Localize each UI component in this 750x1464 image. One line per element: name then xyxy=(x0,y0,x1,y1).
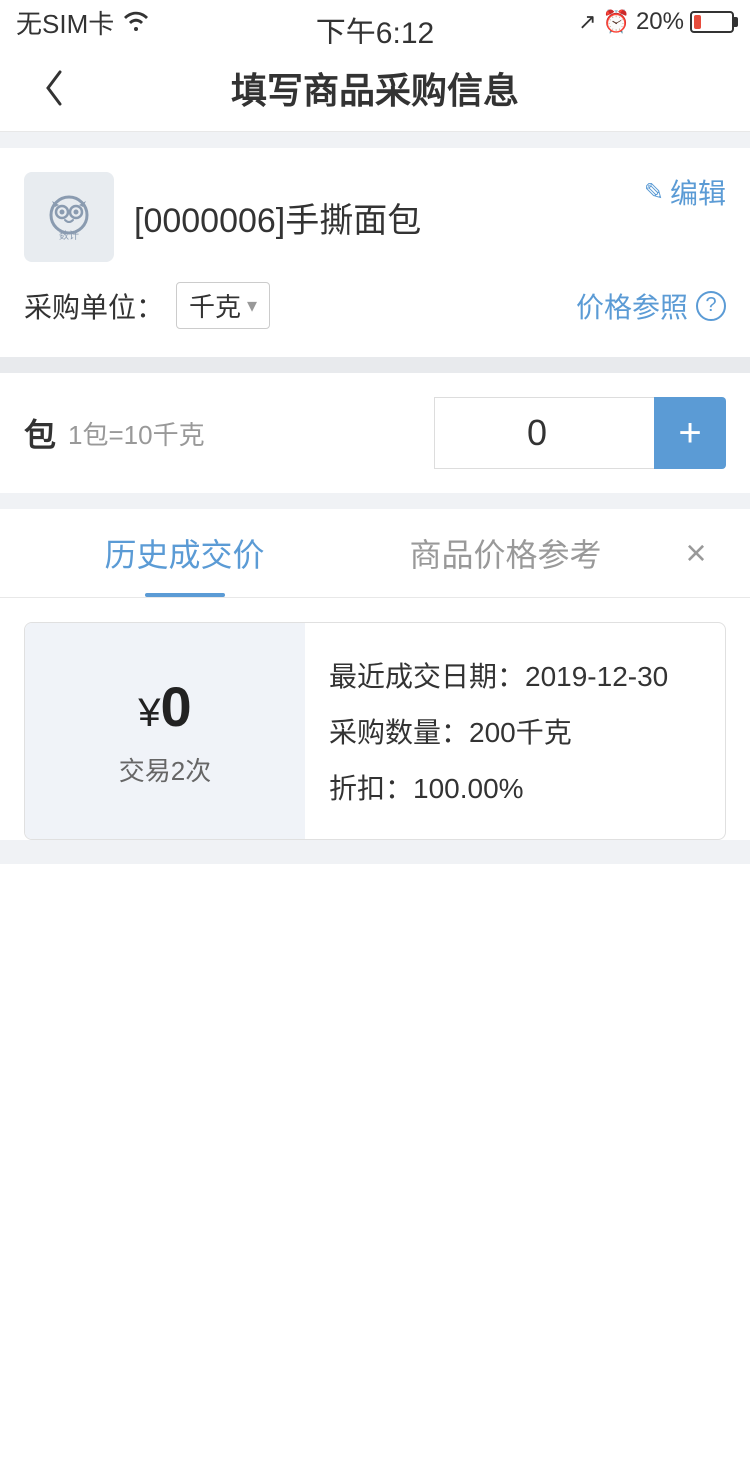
back-button[interactable] xyxy=(24,58,84,118)
history-card-left: ¥0 交易2次 xyxy=(25,623,305,839)
quantity-plus-button[interactable]: + xyxy=(654,397,726,469)
page-title: 填写商品采购信息 xyxy=(231,62,519,114)
quantity-row: 包 1包=10千克 + xyxy=(0,373,750,493)
product-header: 数计 [0000006]手撕面包 ✎ 编辑 xyxy=(24,172,726,262)
tab-price-ref-label: 商品价格参考 xyxy=(409,530,601,576)
battery-percent: 20% xyxy=(636,8,684,36)
divider-strip xyxy=(0,357,750,373)
unit-select-dropdown[interactable]: 千克 ▾ xyxy=(176,282,270,329)
tab-section: 历史成交价 商品价格参考 × ¥0 交易2次 最近成交日期：2019-12-30… xyxy=(0,509,750,840)
help-icon: ? xyxy=(696,291,726,321)
quantity-unit: 包 xyxy=(24,410,56,456)
product-name: [0000006]手撕面包 xyxy=(134,193,421,242)
nav-bar: 填写商品采购信息 xyxy=(0,44,750,132)
quantity-label: 包 1包=10千克 xyxy=(24,410,205,456)
purchase-qty-label: 采购数量： xyxy=(329,717,469,748)
svg-text:数计: 数计 xyxy=(59,229,79,242)
product-left: 数计 [0000006]手撕面包 xyxy=(24,172,421,262)
tab-close-button[interactable]: × xyxy=(666,523,726,583)
quantity-input-group: + xyxy=(434,397,726,469)
carrier-text: 无SIM卡 xyxy=(16,4,114,41)
recent-date-value: 2019-12-30 xyxy=(525,661,668,692)
chevron-down-icon: ▾ xyxy=(247,293,257,318)
unit-label: 采购单位： xyxy=(24,286,164,326)
product-image: 数计 xyxy=(24,172,114,262)
tab-header: 历史成交价 商品价格参考 × xyxy=(0,509,750,598)
product-unit-row: 采购单位： 千克 ▾ 价格参照 ? xyxy=(24,282,726,329)
history-trades: 交易2次 xyxy=(119,751,211,788)
discount-value: 100.00% xyxy=(413,773,524,804)
alarm-icon: ⏰ xyxy=(603,9,630,35)
recent-date-label: 最近成交日期： xyxy=(329,661,525,692)
bottom-area xyxy=(0,864,750,1464)
tab-history-price[interactable]: 历史成交价 xyxy=(24,509,345,597)
product-card: 数计 [0000006]手撕面包 ✎ 编辑 采购单位： 千克 ▾ 价格参照 ? xyxy=(0,148,750,357)
quantity-input[interactable] xyxy=(434,397,654,469)
wifi-icon xyxy=(122,7,150,38)
price-value: 0 xyxy=(161,675,192,738)
purchase-qty-value: 200千克 xyxy=(469,717,572,748)
tab-product-price-ref[interactable]: 商品价格参考 xyxy=(345,509,666,597)
quantity-conversion: 1包=10千克 xyxy=(68,415,205,452)
edit-button[interactable]: ✎ 编辑 xyxy=(644,172,726,212)
edit-icon: ✎ xyxy=(644,178,664,207)
history-card: ¥0 交易2次 最近成交日期：2019-12-30 采购数量：200千克 折扣：… xyxy=(24,622,726,840)
tab-active-indicator xyxy=(145,593,225,597)
status-right: ↗ ⏰ 20% xyxy=(578,8,734,36)
purchase-qty-line: 采购数量：200千克 xyxy=(329,711,701,751)
discount-label: 折扣： xyxy=(329,773,413,804)
price-ref-label: 价格参照 xyxy=(576,286,688,326)
battery-icon xyxy=(690,11,734,33)
recent-date-line: 最近成交日期：2019-12-30 xyxy=(329,655,701,695)
tab-history-label: 历史成交价 xyxy=(104,530,264,576)
status-bar: 无SIM卡 下午6:12 ↗ ⏰ 20% xyxy=(0,0,750,44)
price-yen-symbol: ¥ xyxy=(138,691,160,735)
history-card-right: 最近成交日期：2019-12-30 采购数量：200千克 折扣：100.00% xyxy=(305,623,725,839)
gps-icon: ↗ xyxy=(578,9,596,35)
unit-value: 千克 xyxy=(189,287,241,324)
status-left: 无SIM卡 xyxy=(16,4,150,41)
discount-line: 折扣：100.00% xyxy=(329,767,701,807)
history-price: ¥0 xyxy=(138,674,191,739)
price-ref-button[interactable]: 价格参照 ? xyxy=(576,286,726,326)
edit-label: 编辑 xyxy=(670,172,726,212)
unit-left: 采购单位： 千克 ▾ xyxy=(24,282,270,329)
